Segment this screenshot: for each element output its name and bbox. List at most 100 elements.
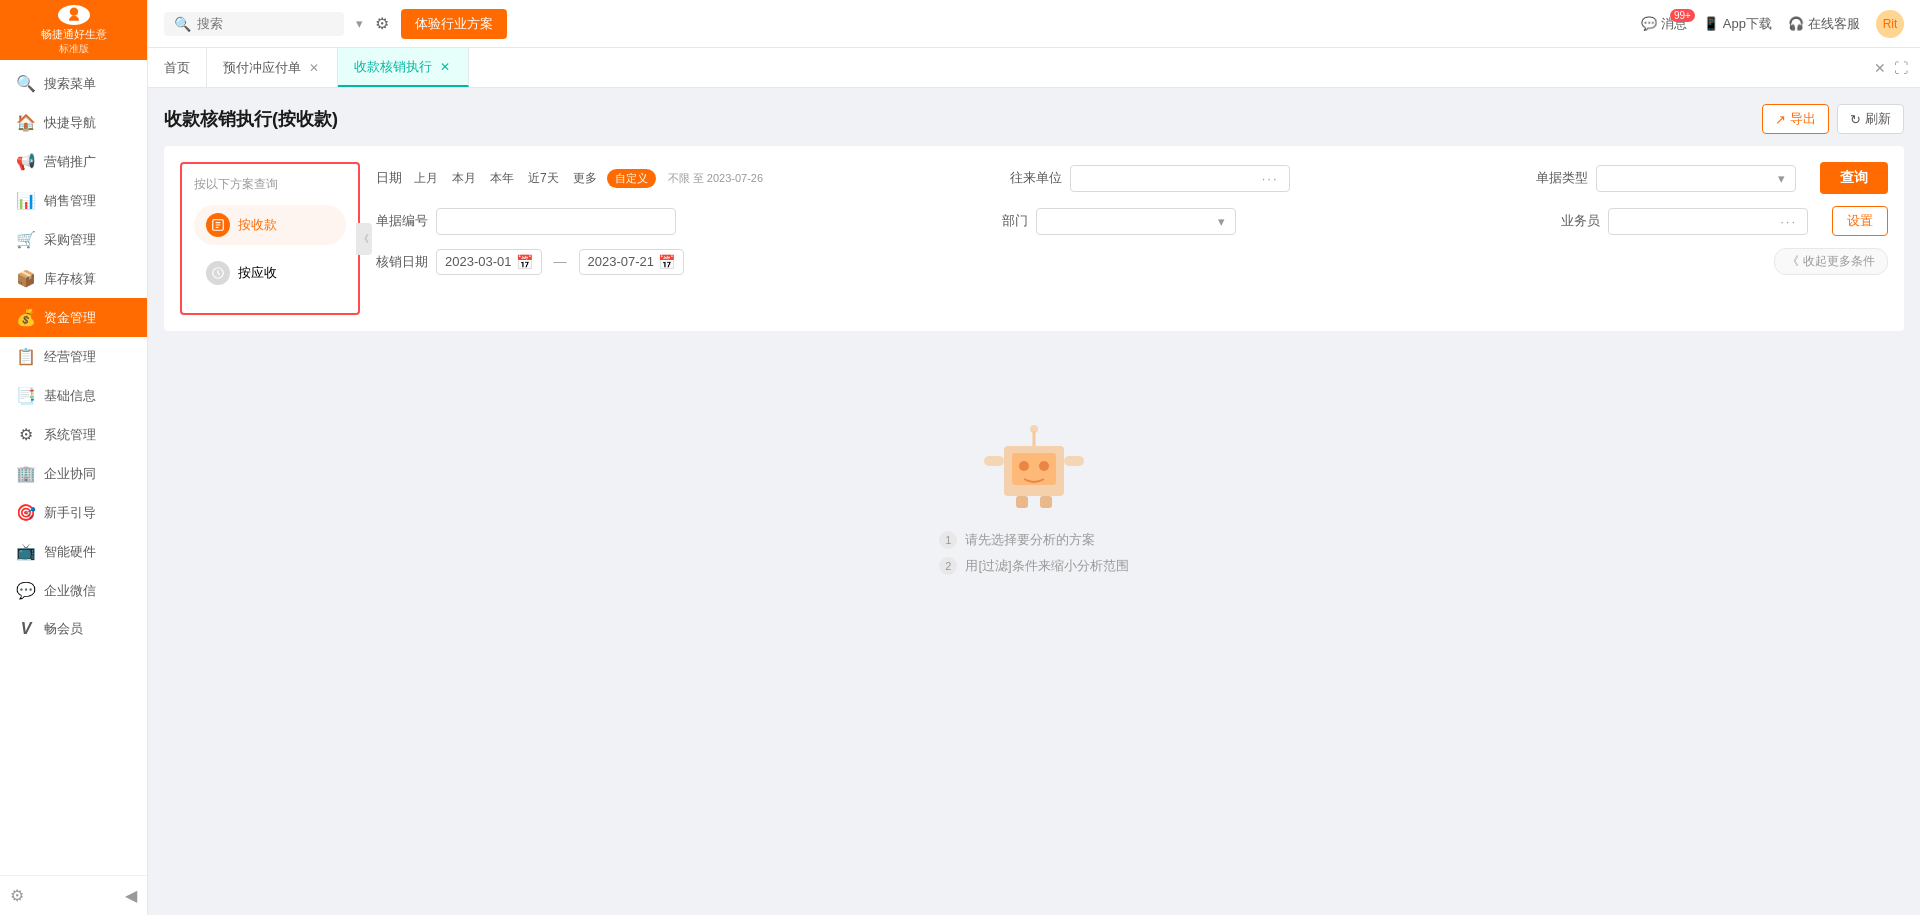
sidebar-item-quick-nav[interactable]: 🏠 快捷导航 [0,103,147,142]
collapse-more-btn[interactable]: 《 收起更多条件 [1774,248,1888,275]
filter-scheme-box: 按以下方案查询 按收款 按应收 《 [180,162,360,315]
sidebar-item-hardware-label: 智能硬件 [44,543,96,561]
maximize-window-icon[interactable]: ⛶ [1894,60,1908,76]
collapse-filter-left-btn[interactable]: 《 [356,223,372,255]
write-off-end-calendar-icon[interactable]: 📅 [658,254,675,270]
filter-option-by-receivable[interactable]: 按应收 [194,253,346,293]
setting-button[interactable]: 设置 [1832,206,1888,236]
refresh-button[interactable]: ↻ 刷新 [1837,104,1904,134]
date-shortcuts: 上月 本月 本年 近7天 更多 自定义 [410,168,656,189]
tab-prepay-close[interactable]: ✕ [307,59,321,77]
search-topbar-icon: 🔍 [174,16,191,32]
counterparty-select[interactable]: ··· [1070,165,1290,192]
dept-select[interactable]: ▾ [1036,208,1236,235]
sidebar-item-wechat[interactable]: 💬 企业微信 [0,571,147,610]
purchase-nav-icon: 🛒 [16,230,36,249]
this-year-btn[interactable]: 本年 [486,168,518,189]
date-range-hint: 不限 至 2023-07-26 [668,171,763,186]
counterparty-label: 往来单位 [1010,169,1062,187]
doc-num-input[interactable] [436,208,676,235]
sidebar-item-search-label: 搜索菜单 [44,75,96,93]
receivable-option-label: 按应收 [238,264,277,282]
sidebar-item-capital[interactable]: 💰 资金管理 [0,298,147,337]
sidebar-item-search[interactable]: 🔍 搜索菜单 [0,64,147,103]
sidebar-item-marketing-label: 营销推广 [44,153,96,171]
last-month-btn[interactable]: 上月 [410,168,442,189]
app-download-icon: 📱 [1703,16,1719,31]
solution-button[interactable]: 体验行业方案 [401,9,507,39]
receivable-option-icon [206,261,230,285]
tab-home[interactable]: 首页 [148,48,207,87]
sidebar-item-hardware[interactable]: 📺 智能硬件 [0,532,147,571]
counterparty-dots-icon: ··· [1262,171,1279,186]
sidebar-item-operations[interactable]: 📋 经营管理 [0,337,147,376]
write-off-end-input[interactable]: 2023-07-21 📅 [579,249,685,275]
topbar-gear-icon[interactable]: ⚙ [375,14,389,33]
tab-write-off-close[interactable]: ✕ [438,58,452,76]
tip-1-text: 请先选择要分析的方案 [965,531,1095,549]
sidebar-item-capital-label: 资金管理 [44,309,96,327]
member-nav-icon: V [16,620,36,638]
write-off-start-value: 2023-03-01 [445,254,512,269]
write-off-date-field: 核销日期 2023-03-01 📅 — 2023-07-21 📅 [376,249,684,275]
sidebar-item-member[interactable]: V 畅会员 [0,610,147,648]
filter-row-2: 单据编号 部门 ▾ 业务员 [376,206,1888,236]
filter-option-by-receipt[interactable]: 按收款 [194,205,346,245]
sidebar-item-quick-nav-label: 快捷导航 [44,114,96,132]
sidebar-item-inventory[interactable]: 📦 库存核算 [0,259,147,298]
app-name: 畅捷通好生意 [41,27,107,42]
svg-point-6 [1039,461,1049,471]
sidebar-item-system[interactable]: ⚙ 系统管理 [0,415,147,454]
doc-num-label: 单据编号 [376,212,428,230]
export-button[interactable]: ↗ 导出 [1762,104,1829,134]
sidebar-item-enterprise[interactable]: 🏢 企业协同 [0,454,147,493]
collapse-sidebar-icon[interactable]: ◀ [125,886,137,905]
user-avatar[interactable]: Rit [1876,10,1904,38]
page-content: 收款核销执行(按收款) ↗ 导出 ↻ 刷新 按以下方案查询 [148,88,1920,671]
custom-date-btn[interactable]: 自定义 [607,169,656,188]
message-action[interactable]: 💬 消息 99+ [1641,15,1687,33]
svg-rect-10 [1064,456,1084,466]
more-shortcuts-btn[interactable]: 更多 [569,168,601,189]
marketing-nav-icon: 📢 [16,152,36,171]
last-7-days-btn[interactable]: 近7天 [524,168,563,189]
tab-write-off[interactable]: 收款核销执行 ✕ [338,48,469,87]
filter-panel: 按以下方案查询 按收款 按应收 《 [164,146,1904,331]
topbar-actions: 💬 消息 99+ 📱 App下载 🎧 在线客服 Rit [1641,10,1904,38]
search-nav-icon: 🔍 [16,74,36,93]
search-topbar-input[interactable] [197,16,317,31]
doc-type-select[interactable]: ▾ [1596,165,1796,192]
topbar-chevron-icon[interactable]: ▾ [356,16,363,31]
sidebar-item-guide[interactable]: 🎯 新手引导 [0,493,147,532]
app-download-action[interactable]: 📱 App下载 [1703,15,1772,33]
doc-type-field: 单据类型 ▾ [1536,165,1796,192]
hardware-nav-icon: 📺 [16,542,36,561]
settings-footer-icon[interactable]: ⚙ [10,886,24,905]
topbar-search-box[interactable]: 🔍 [164,12,344,36]
tab-home-label: 首页 [164,59,190,77]
sidebar-footer: ⚙ ◀ [0,875,147,915]
page-actions: ↗ 导出 ↻ 刷新 [1762,104,1904,134]
query-button[interactable]: 查询 [1820,162,1888,194]
empty-tip-1: 1 请先选择要分析的方案 [939,531,1128,549]
sidebar-item-sales[interactable]: 📊 销售管理 [0,181,147,220]
basic-info-nav-icon: 📑 [16,386,36,405]
sidebar-item-marketing[interactable]: 📢 营销推广 [0,142,147,181]
counterparty-field: 往来单位 ··· [1010,165,1290,192]
page-header: 收款核销执行(按收款) ↗ 导出 ↻ 刷新 [164,104,1904,134]
this-month-btn[interactable]: 本月 [448,168,480,189]
staff-select[interactable]: ··· [1608,208,1808,235]
date-range-separator: — [554,254,567,269]
tab-prepay[interactable]: 预付冲应付单 ✕ [207,48,338,87]
app-version: 标准版 [59,42,89,56]
content-area: 收款核销执行(按收款) ↗ 导出 ↻ 刷新 按以下方案查询 [148,88,1920,915]
close-window-icon[interactable]: ✕ [1874,60,1886,76]
dept-chevron-icon: ▾ [1218,214,1225,229]
doc-type-chevron-icon: ▾ [1778,171,1785,186]
sidebar-item-basic-info[interactable]: 📑 基础信息 [0,376,147,415]
write-off-start-input[interactable]: 2023-03-01 📅 [436,249,542,275]
online-service-action[interactable]: 🎧 在线客服 [1788,15,1860,33]
sidebar-item-purchase[interactable]: 🛒 采购管理 [0,220,147,259]
write-off-start-calendar-icon[interactable]: 📅 [516,254,533,270]
dept-label: 部门 [1002,212,1028,230]
